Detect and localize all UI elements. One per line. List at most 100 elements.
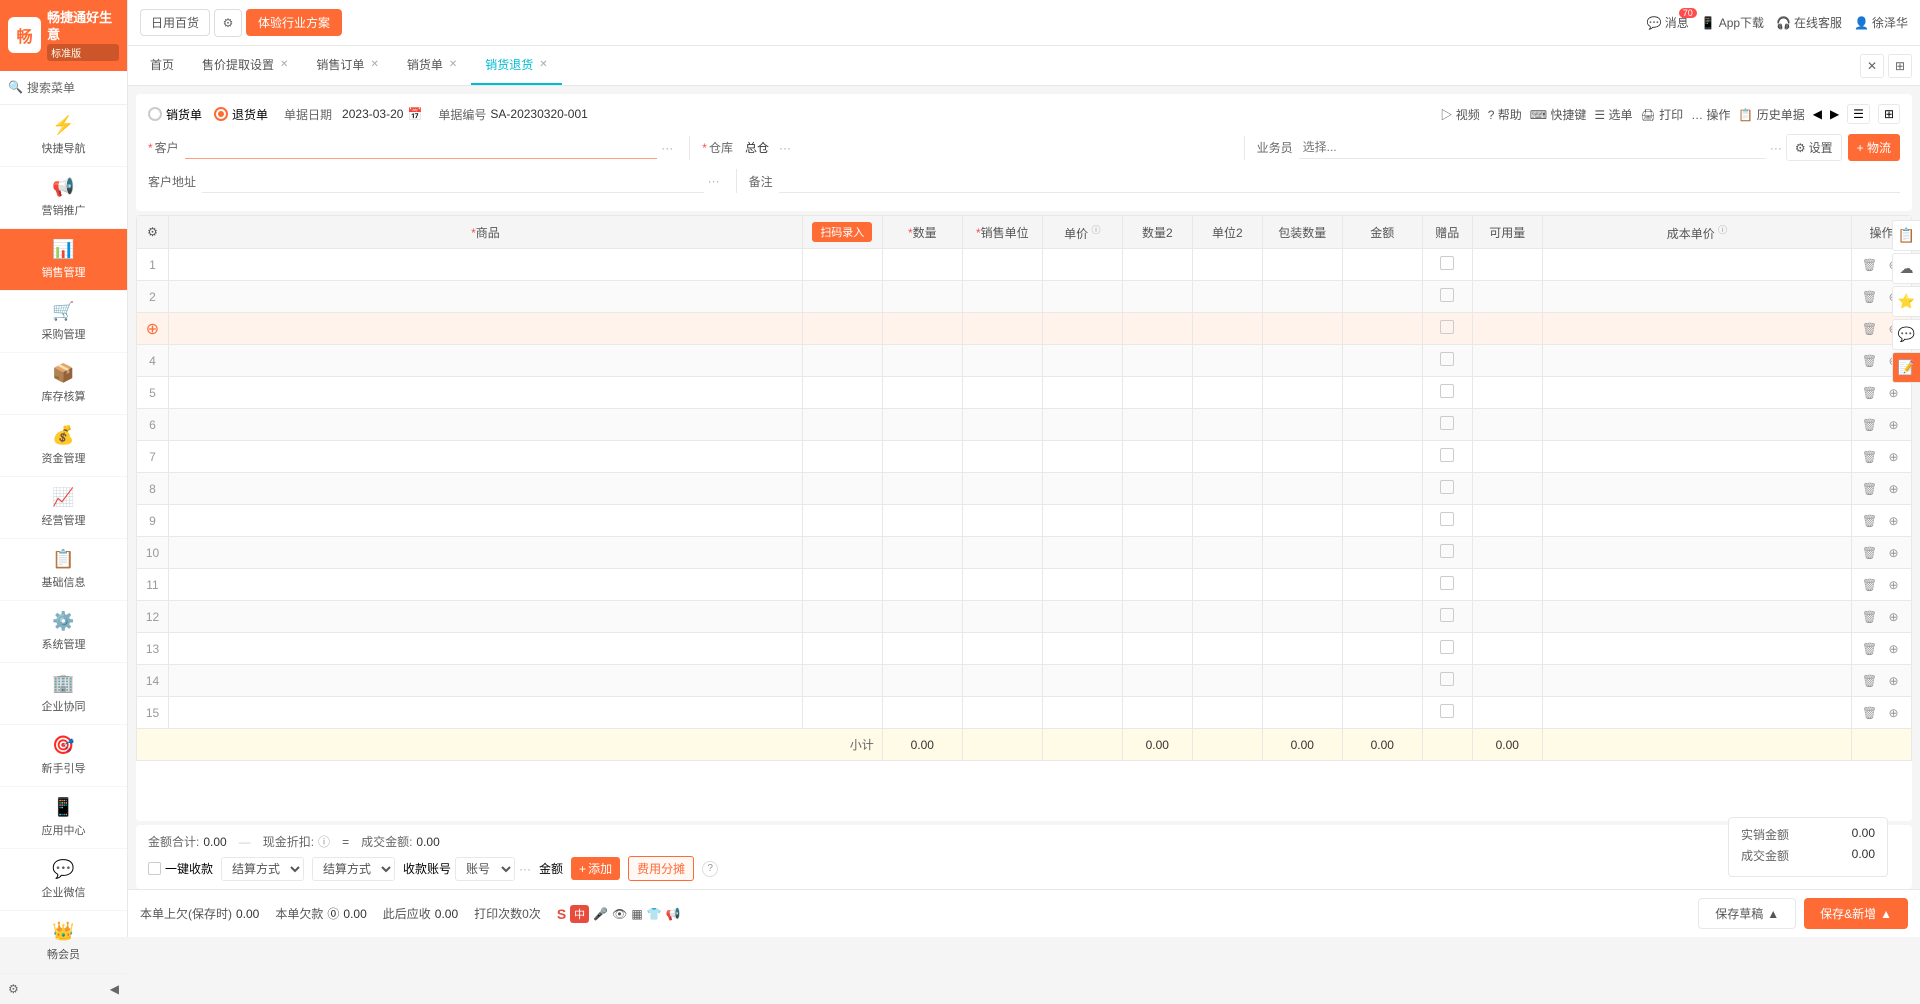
history-next-icon[interactable]: ▶ — [1830, 107, 1839, 121]
copy-row-14-btn[interactable]: ⊕ — [1884, 671, 1904, 691]
sidebar-item-sales[interactable]: 📊 销售管理 — [0, 229, 127, 291]
quantity-cell-6[interactable] — [882, 409, 962, 441]
unit-cell-5[interactable] — [962, 377, 1042, 409]
product-cell-5[interactable] — [169, 377, 803, 409]
cost-cell-13[interactable] — [1542, 633, 1851, 665]
amount-cell-5[interactable] — [1342, 377, 1422, 409]
cost-cell-12[interactable] — [1542, 601, 1851, 633]
qty2-cell-13[interactable] — [1122, 633, 1192, 665]
unit-cell-8[interactable] — [962, 473, 1042, 505]
copy-row-15-btn[interactable]: ⊕ — [1884, 703, 1904, 723]
gift-cell-3[interactable] — [1422, 313, 1472, 345]
action-help[interactable]: ? 帮助 — [1488, 106, 1522, 123]
message-btn[interactable]: 💬 消息 70 — [1647, 14, 1689, 31]
quantity-cell-10[interactable] — [882, 537, 962, 569]
scan-btn[interactable]: 扫码录入 — [812, 222, 872, 242]
quantity-cell-8[interactable] — [882, 473, 962, 505]
product-cell-10[interactable] — [169, 537, 803, 569]
experience-btn[interactable]: 体验行业方案 — [246, 9, 342, 36]
qty2-cell-1[interactable] — [1122, 249, 1192, 281]
col-scan[interactable]: 扫码录入 — [802, 216, 882, 249]
delete-row-9-btn[interactable]: 🗑 — [1860, 511, 1880, 531]
gift-cell-11[interactable] — [1422, 569, 1472, 601]
amount-cell-10[interactable] — [1342, 537, 1422, 569]
side-action-chat[interactable]: 💬 — [1892, 319, 1920, 350]
pack-cell-6[interactable] — [1262, 409, 1342, 441]
cost-cell-5[interactable] — [1542, 377, 1851, 409]
qty2-cell-12[interactable] — [1122, 601, 1192, 633]
view-grid-icon[interactable]: ⊞ — [1878, 104, 1900, 124]
account-select[interactable]: 账号 — [455, 857, 515, 881]
available-cell-1[interactable] — [1472, 249, 1542, 281]
price-cell-1[interactable] — [1042, 249, 1122, 281]
pack-cell-15[interactable] — [1262, 697, 1342, 729]
delete-row-10-btn[interactable]: 🗑 — [1860, 543, 1880, 563]
qty2-cell-14[interactable] — [1122, 665, 1192, 697]
amount-cell-7[interactable] — [1342, 441, 1422, 473]
product-cell-11[interactable] — [169, 569, 803, 601]
salesperson-input[interactable] — [1299, 136, 1766, 159]
amount-cell-2[interactable] — [1342, 281, 1422, 313]
gift-cell-9[interactable] — [1422, 505, 1472, 537]
split-help-icon[interactable]: ? — [702, 861, 718, 877]
unit2-cell-12[interactable] — [1192, 601, 1262, 633]
delete-row-13-btn[interactable]: 🗑 — [1860, 639, 1880, 659]
cost-cell-2[interactable] — [1542, 281, 1851, 313]
unit2-cell-13[interactable] — [1192, 633, 1262, 665]
search-menu[interactable]: 🔍 搜索菜单 — [0, 71, 127, 105]
tab-expand-btn[interactable]: ⊞ — [1888, 54, 1912, 78]
one-click-checkbox[interactable] — [148, 862, 161, 875]
col-settings[interactable]: ⚙ — [137, 216, 169, 249]
quantity-cell-5[interactable] — [882, 377, 962, 409]
delete-row-1-btn[interactable]: 🗑 — [1860, 255, 1880, 275]
unit-cell-3[interactable] — [962, 313, 1042, 345]
delete-row-7-btn[interactable]: 🗑 — [1860, 447, 1880, 467]
cost-cell-10[interactable] — [1542, 537, 1851, 569]
pack-cell-7[interactable] — [1262, 441, 1342, 473]
tab-price-setting-close[interactable]: ✕ — [280, 59, 288, 70]
unit-cell-10[interactable] — [962, 537, 1042, 569]
pack-cell-10[interactable] — [1262, 537, 1342, 569]
qty2-cell-11[interactable] — [1122, 569, 1192, 601]
product-cell-8[interactable] — [169, 473, 803, 505]
price-cell-10[interactable] — [1042, 537, 1122, 569]
product-cell-6[interactable] — [169, 409, 803, 441]
add-payment-btn[interactable]: + 添加 — [571, 857, 620, 880]
tab-sales-return[interactable]: 销货退货 ✕ — [471, 46, 561, 85]
pack-cell-11[interactable] — [1262, 569, 1342, 601]
delete-row-3-btn[interactable]: 🗑 — [1860, 319, 1880, 339]
qty2-cell-7[interactable] — [1122, 441, 1192, 473]
sidebar-item-finance[interactable]: 💰 资金管理 — [0, 415, 127, 477]
side-action-doc[interactable]: 📋 — [1892, 220, 1920, 251]
settlement-select[interactable]: 结算方式 — [221, 857, 304, 881]
pack-cell-14[interactable] — [1262, 665, 1342, 697]
copy-row-10-btn[interactable]: ⊕ — [1884, 543, 1904, 563]
copy-row-5-btn[interactable]: ⊕ — [1884, 383, 1904, 403]
price-cell-12[interactable] — [1042, 601, 1122, 633]
gift-cell-8[interactable] — [1422, 473, 1472, 505]
date-value[interactable]: 2023-03-20 — [342, 107, 403, 121]
remark-input[interactable] — [779, 170, 1900, 193]
gift-checkbox-7[interactable] — [1440, 448, 1454, 462]
available-cell-10[interactable] — [1472, 537, 1542, 569]
unit-cell-13[interactable] — [962, 633, 1042, 665]
sidebar-item-basics[interactable]: 📋 基础信息 — [0, 539, 127, 601]
sidebar-item-marketing[interactable]: 📢 营销推广 — [0, 167, 127, 229]
gift-checkbox-1[interactable] — [1440, 256, 1454, 270]
sidebar-item-inventory[interactable]: 📦 库存核算 — [0, 353, 127, 415]
qty2-cell-15[interactable] — [1122, 697, 1192, 729]
delete-row-6-btn[interactable]: 🗑 — [1860, 415, 1880, 435]
sidebar-item-apps[interactable]: 📱 应用中心 — [0, 787, 127, 849]
amount-cell-6[interactable] — [1342, 409, 1422, 441]
logistics-btn[interactable]: + 物流 — [1848, 134, 1900, 161]
gift-cell-2[interactable] — [1422, 281, 1472, 313]
sidebar-item-member[interactable]: 👑 畅会员 — [0, 911, 127, 973]
cost-cell-1[interactable] — [1542, 249, 1851, 281]
delete-row-11-btn[interactable]: 🗑 — [1860, 575, 1880, 595]
product-cell-2[interactable] — [169, 281, 803, 313]
quantity-cell-2[interactable] — [882, 281, 962, 313]
unit2-cell-14[interactable] — [1192, 665, 1262, 697]
quantity-cell-12[interactable] — [882, 601, 962, 633]
cost-cell-3[interactable] — [1542, 313, 1851, 345]
unit2-cell-9[interactable] — [1192, 505, 1262, 537]
